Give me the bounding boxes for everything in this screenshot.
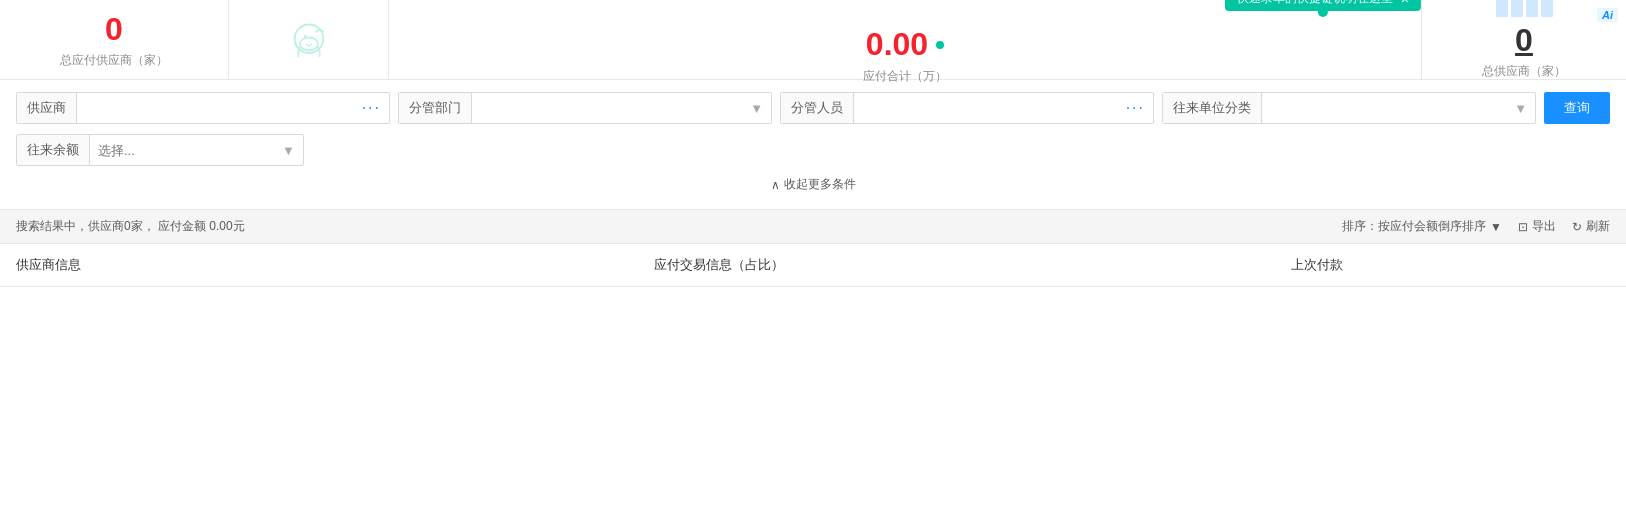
stats-bar: 0 总应付供应商（家） 快速录单的快捷键说明在这里 × 0.00 应付合计（万） bbox=[0, 0, 1626, 80]
payable-total-stat: 快速录单的快捷键说明在这里 × 0.00 应付合计（万） bbox=[389, 0, 1422, 79]
refresh-label: 刷新 bbox=[1586, 218, 1610, 235]
collapse-chevron-icon: ∧ bbox=[771, 178, 780, 192]
balance-label: 往来余额 bbox=[17, 135, 90, 165]
supplier-input[interactable] bbox=[77, 101, 354, 116]
table-header: 供应商信息 应付交易信息（占比） 上次付款 bbox=[0, 244, 1626, 287]
filter-area: 供应商 ··· 分管部门 ▼ 分管人员 ··· 往来单位分类 ▼ bbox=[0, 80, 1626, 166]
sort-dropdown-icon[interactable]: ▼ bbox=[1490, 220, 1502, 234]
dept-filter[interactable]: 分管部门 ▼ bbox=[398, 92, 772, 124]
piggy-icon-area bbox=[229, 0, 389, 79]
supplier-label: 供应商 bbox=[17, 93, 77, 123]
tooltip-bar: 快速录单的快捷键说明在这里 × bbox=[1225, 0, 1421, 11]
export-label: 导出 bbox=[1532, 218, 1556, 235]
svg-point-1 bbox=[299, 37, 317, 50]
refresh-button[interactable]: ↻ 刷新 bbox=[1572, 218, 1610, 235]
sort-select[interactable]: 排序：按应付会额倒序排序 ▼ bbox=[1342, 218, 1502, 235]
supplier-filter[interactable]: 供应商 ··· bbox=[16, 92, 390, 124]
results-amount: 应付金额 0.00元 bbox=[158, 219, 245, 233]
unit-label: 往来单位分类 bbox=[1163, 93, 1262, 123]
tooltip-close-button[interactable]: × bbox=[1401, 0, 1409, 6]
results-bar: 搜索结果中，供应商0家， 应付金额 0.00元 排序：按应付会额倒序排序 ▼ ⊡… bbox=[0, 209, 1626, 244]
person-more-button[interactable]: ··· bbox=[1118, 99, 1153, 117]
bar-chart-icon bbox=[1496, 0, 1553, 17]
table-col-payable-info: 应付交易信息（占比） bbox=[654, 256, 1292, 274]
table-col-supplier-info: 供应商信息 bbox=[16, 256, 654, 274]
export-icon: ⊡ bbox=[1518, 220, 1528, 234]
export-button[interactable]: ⊡ 导出 bbox=[1518, 218, 1556, 235]
dept-dropdown-icon[interactable]: ▼ bbox=[742, 101, 771, 116]
query-button[interactable]: 查询 bbox=[1544, 92, 1610, 124]
collapse-button[interactable]: ∧ 收起更多条件 bbox=[755, 172, 872, 197]
supplier-more-button[interactable]: ··· bbox=[354, 99, 389, 117]
dept-label: 分管部门 bbox=[399, 93, 472, 123]
unit-dropdown-icon[interactable]: ▼ bbox=[1506, 101, 1535, 116]
results-actions: 排序：按应付会额倒序排序 ▼ ⊡ 导出 ↻ 刷新 bbox=[1342, 218, 1610, 235]
person-label: 分管人员 bbox=[781, 93, 854, 123]
person-filter[interactable]: 分管人员 ··· bbox=[780, 92, 1154, 124]
payable-total-label: 应付合计（万） bbox=[863, 68, 947, 85]
payable-suppliers-count: 0 bbox=[105, 10, 123, 48]
unit-filter[interactable]: 往来单位分类 ▼ bbox=[1162, 92, 1536, 124]
unit-input[interactable] bbox=[1262, 101, 1506, 116]
refresh-icon: ↻ bbox=[1572, 220, 1582, 234]
ai-badge: Ai bbox=[1597, 8, 1618, 22]
balance-input[interactable] bbox=[90, 143, 274, 158]
results-summary: 搜索结果中，供应商0家 bbox=[16, 219, 143, 233]
payable-suppliers-label: 总应付供应商（家） bbox=[60, 52, 168, 69]
piggy-icon bbox=[283, 14, 335, 66]
payable-suppliers-stat: 0 总应付供应商（家） bbox=[0, 0, 229, 79]
filter-area-wrapper: 供应商 ··· 分管部门 ▼ 分管人员 ··· 往来单位分类 ▼ bbox=[0, 80, 1626, 209]
payable-total-count: 0.00 bbox=[866, 25, 928, 63]
tooltip-text: 快速录单的快捷键说明在这里 bbox=[1237, 0, 1393, 7]
sort-label: 排序：按应付会额倒序排序 bbox=[1342, 218, 1486, 235]
dept-input[interactable] bbox=[472, 101, 742, 116]
filter-row-1: 供应商 ··· 分管部门 ▼ 分管人员 ··· 往来单位分类 ▼ bbox=[16, 92, 1610, 124]
total-suppliers-stat: 0 总供应商（家） Ai bbox=[1422, 0, 1626, 79]
total-suppliers-count: 0 bbox=[1515, 21, 1533, 59]
balance-dropdown-icon[interactable]: ▼ bbox=[274, 143, 303, 158]
filter-row-2: 往来余额 ▼ bbox=[16, 134, 1610, 166]
tooltip-indicator-dot bbox=[936, 41, 944, 49]
table-col-last-payment: 上次付款 bbox=[1291, 256, 1610, 274]
collapse-label: 收起更多条件 bbox=[784, 176, 856, 193]
results-info: 搜索结果中，供应商0家， 应付金额 0.00元 bbox=[16, 218, 245, 235]
balance-filter[interactable]: 往来余额 ▼ bbox=[16, 134, 304, 166]
collapse-row: ∧ 收起更多条件 bbox=[0, 166, 1626, 205]
total-suppliers-label: 总供应商（家） bbox=[1482, 63, 1566, 80]
table-body bbox=[0, 287, 1626, 515]
person-input[interactable] bbox=[854, 101, 1118, 116]
svg-point-2 bbox=[303, 34, 306, 37]
